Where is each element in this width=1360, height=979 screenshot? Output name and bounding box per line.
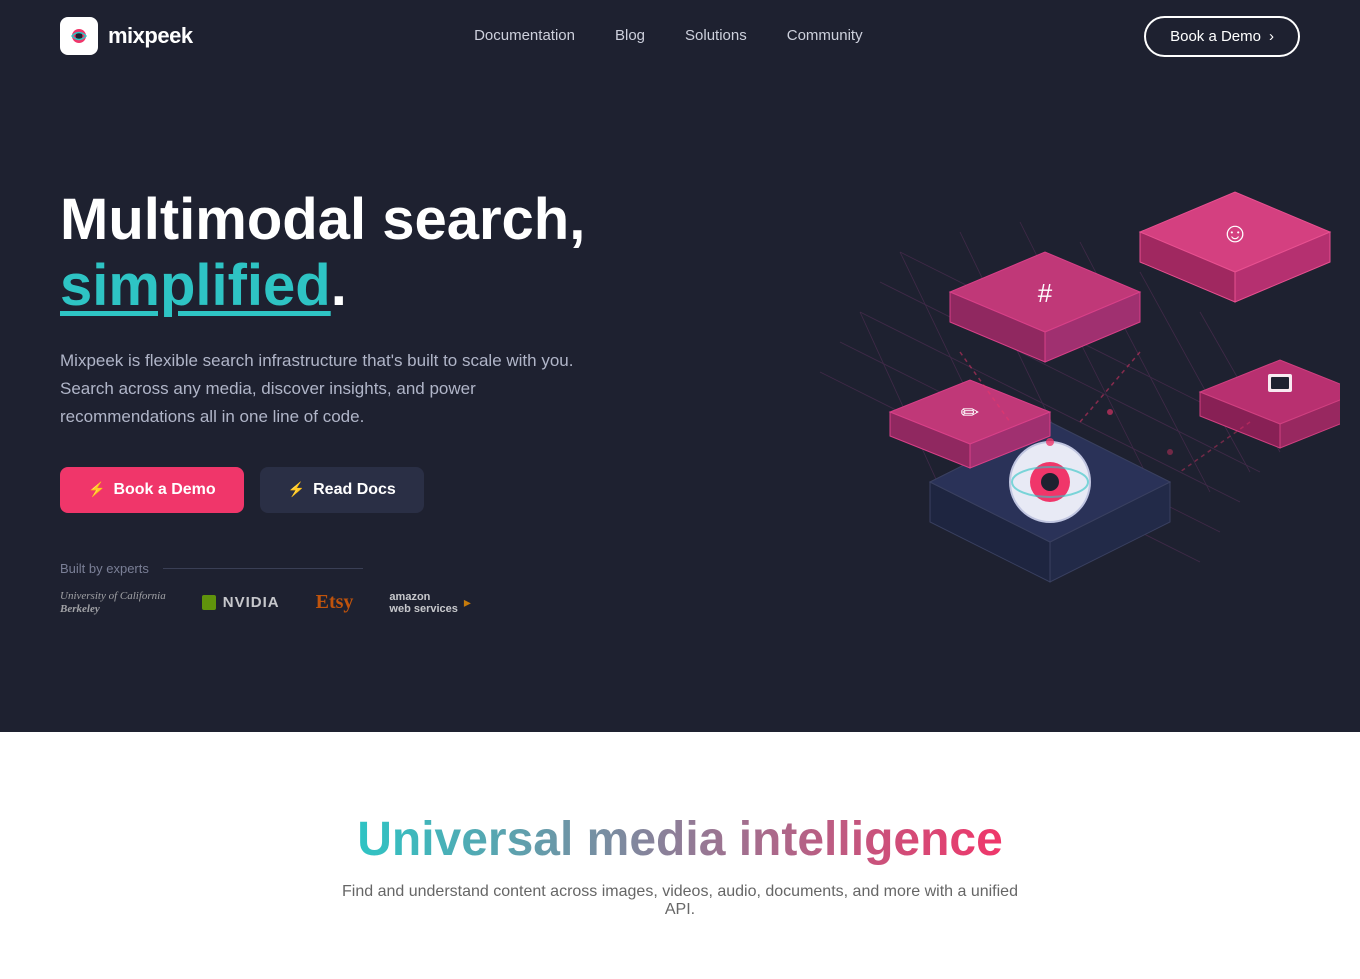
- built-by-label: Built by experts: [60, 561, 600, 576]
- etsy-logo: Etsy: [316, 591, 354, 614]
- hero-heading: Multimodal search, simplified.: [60, 188, 600, 319]
- hero-content: Multimodal search, simplified. Mixpeek i…: [60, 188, 600, 616]
- section2-subtitle: Find and understand content across image…: [330, 883, 1030, 919]
- built-by-section: Built by experts University of Californi…: [60, 561, 600, 616]
- berkeley-logo: University of CaliforniaBerkeley: [60, 590, 166, 616]
- nav-book-demo-button[interactable]: Book a Demo ›: [1144, 16, 1300, 57]
- logo-icon: [60, 17, 98, 55]
- logo[interactable]: mixpeek: [60, 17, 193, 55]
- nav-item-solutions[interactable]: Solutions: [685, 27, 747, 45]
- nav-links: Documentation Blog Solutions Community: [474, 27, 863, 45]
- docs-lightning-icon: ⚡: [288, 481, 305, 498]
- svg-text:#: #: [1038, 278, 1053, 308]
- nvidia-logo: ■ NVIDIA: [202, 594, 280, 611]
- hero-illustration: ☺ #: [760, 112, 1360, 692]
- aws-logo: amazonweb services ▸: [389, 591, 471, 615]
- logos-row: University of CaliforniaBerkeley ■ NVIDI…: [60, 590, 600, 616]
- navbar: mixpeek Documentation Blog Solutions Com…: [0, 0, 1360, 72]
- section2-title-highlight: Universal media intelligence: [357, 813, 1003, 866]
- hero-buttons: ⚡ Book a Demo ⚡ Read Docs: [60, 467, 600, 513]
- svg-text:☺: ☺: [1221, 217, 1250, 248]
- nav-item-documentation[interactable]: Documentation: [474, 27, 575, 45]
- svg-text:✏: ✏: [961, 400, 980, 425]
- logo-text: mixpeek: [108, 23, 193, 49]
- hero-read-docs-button[interactable]: ⚡ Read Docs: [260, 467, 424, 513]
- hero-description: Mixpeek is flexible search infrastructur…: [60, 347, 600, 431]
- hero-book-demo-button[interactable]: ⚡ Book a Demo: [60, 467, 244, 513]
- chevron-right-icon: ›: [1269, 28, 1274, 45]
- section2: Universal media intelligence Find and un…: [0, 732, 1360, 979]
- nav-item-blog[interactable]: Blog: [615, 27, 645, 45]
- nav-item-community[interactable]: Community: [787, 27, 863, 45]
- lightning-icon: ⚡: [88, 481, 105, 498]
- hero-section: Multimodal search, simplified. Mixpeek i…: [0, 72, 1360, 732]
